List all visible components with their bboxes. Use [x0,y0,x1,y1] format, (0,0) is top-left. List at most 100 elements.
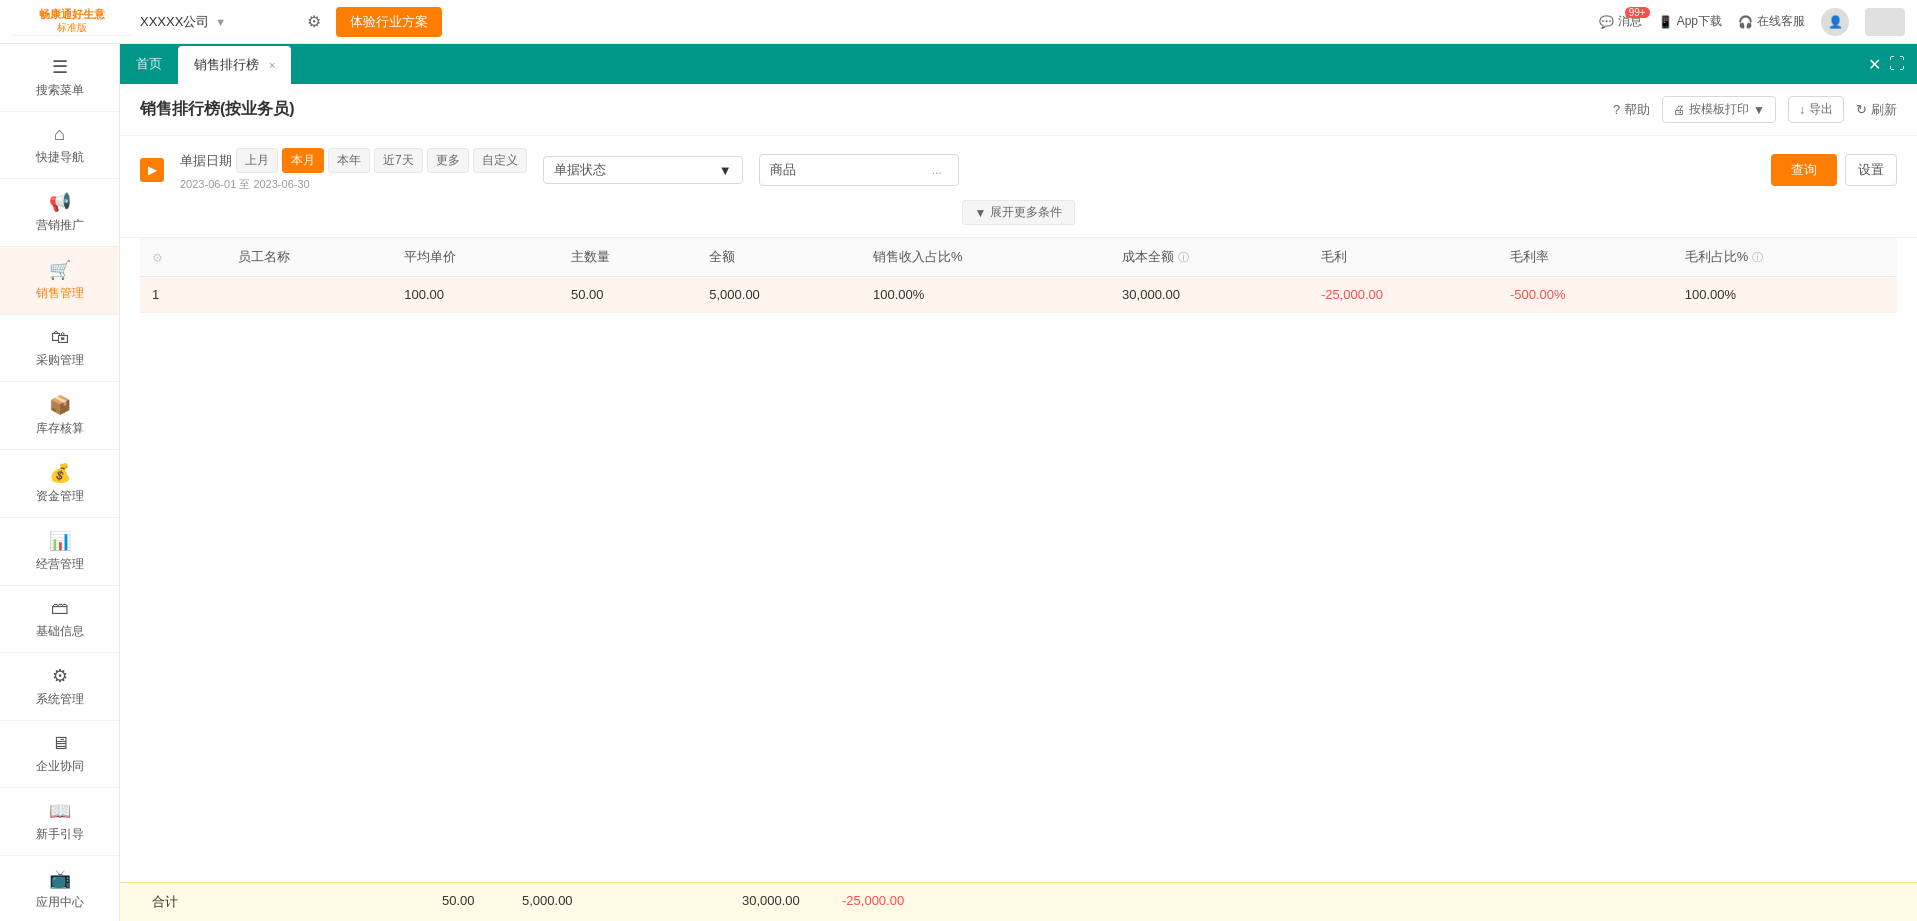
footer-qty-val: 50.00 [430,893,510,911]
date-btn-this-year[interactable]: 本年 [328,148,370,173]
tab-sales-ranking[interactable]: 销售排行榜 × [178,46,291,84]
filter-toggle-btn[interactable]: ▶ [140,158,164,182]
cell-amount: 5,000.00 [697,277,861,313]
sidebar-label-basics: 基础信息 [36,623,84,640]
date-btn-this-month[interactable]: 本月 [282,148,324,173]
th-avg-price: 平均单价 [392,238,559,277]
goods-more-icon[interactable]: ... [926,159,948,181]
trial-button[interactable]: 体验行业方案 [336,7,442,37]
th-qty: 主数量 [559,238,697,277]
sidebar-label-apps: 应用中心 [36,894,84,911]
print-chevron-icon: ▼ [1753,103,1765,117]
th-settings[interactable]: ⚙ [140,238,226,277]
sidebar-item-sales[interactable]: 🛒 销售管理 [0,247,119,315]
date-btn-more[interactable]: 更多 [427,148,469,173]
column-settings-icon[interactable]: ⚙ [152,251,163,265]
goods-filter[interactable]: 商品 ... [759,154,959,186]
expand-button[interactable]: ▼ 展开更多条件 [962,200,1076,225]
th-amount: 全额 [697,238,861,277]
cell-gross-pct: 100.00% [1673,277,1897,313]
sidebar-item-marketing[interactable]: 📢 营销推广 [0,179,119,247]
cost-info-icon[interactable]: ⓘ [1178,251,1189,263]
cell-cost: 30,000.00 [1110,277,1309,313]
cell-name [226,277,393,313]
download-icon: 📱 [1658,15,1673,29]
cell-rank: 1 [140,277,226,313]
sidebar-item-purchase[interactable]: 🛍 采购管理 [0,315,119,382]
footer-sales-pct [610,893,730,911]
footer-gross: -25,000.00 [830,893,930,911]
top-header: 畅康通好生意 标准版 XXXXX公司 ▼ ⚙ 体验行业方案 💬 消息 99+ 📱… [0,0,1917,44]
header-right: 💬 消息 99+ 📱 App下载 🎧 在线客服 👤 [1599,8,1905,36]
table-header: ⚙ 员工名称 平均单价 主数量 全额 销售收入占比% 成本全额 ⓘ 毛利 毛利率… [140,238,1897,277]
filter-row-main: ▶ 单据日期 上月 本月 本年 近7天 更多 自定义 [140,148,1897,192]
goods-label: 商品 [770,161,796,179]
settings-button[interactable]: 设置 [1845,154,1897,186]
tab-bar: 首页 销售排行榜 × ✕ ⛶ [120,44,1917,84]
sidebar-label-inventory: 库存核算 [36,420,84,437]
app-download-button[interactable]: 📱 App下载 [1658,13,1722,30]
sidebar-label-guide: 新手引导 [36,826,84,843]
sidebar-label-sales: 销售管理 [36,285,84,302]
status-filter[interactable]: 单据状态 ▼ [543,156,743,184]
table-footer: 合计 50.00 5,000.00 30,000.00 -25,000.00 [120,882,1917,921]
avatar-icon: 👤 [1828,15,1843,29]
sidebar-item-search[interactable]: ☰ 搜索菜单 [0,44,119,112]
sidebar-item-apps[interactable]: 📺 应用中心 [0,856,119,921]
tab-close-btn[interactable]: ✕ [1868,55,1881,74]
refresh-label: 刷新 [1871,101,1897,119]
home-icon: ⌂ [54,124,65,145]
footer-label: 合计 [140,893,270,911]
date-buttons: 上月 本月 本年 近7天 更多 自定义 [236,148,527,173]
headset-icon: 🎧 [1738,15,1753,29]
query-button[interactable]: 查询 [1771,154,1837,186]
date-btn-last-month[interactable]: 上月 [236,148,278,173]
online-service-button[interactable]: 🎧 在线客服 [1738,13,1805,30]
status-label: 单据状态 [554,161,606,179]
refresh-icon: ↻ [1856,102,1867,117]
sidebar-item-operations[interactable]: 📊 经营管理 [0,518,119,586]
refresh-button[interactable]: ↻ 刷新 [1856,101,1897,119]
sidebar: ☰ 搜索菜单 ⌂ 快捷导航 📢 营销推广 🛒 销售管理 🛍 采购管理 📦 库存核… [0,44,120,921]
cell-sales-pct: 100.00% [861,277,1110,313]
sidebar-label-operations: 经营管理 [36,556,84,573]
print-icon: 🖨 [1673,103,1685,117]
sidebar-item-finance[interactable]: 💰 资金管理 [0,450,119,518]
system-icon: ⚙ [52,665,68,687]
sidebar-item-nav[interactable]: ⌂ 快捷导航 [0,112,119,179]
help-button[interactable]: ? 帮助 [1613,101,1650,119]
sidebar-item-guide[interactable]: 📖 新手引导 [0,788,119,856]
chevron-down-icon: ▼ [215,16,226,28]
user-info[interactable] [1865,8,1905,36]
sidebar-item-inventory[interactable]: 📦 库存核算 [0,382,119,450]
footer-amount: 5,000.00 [510,893,610,911]
collab-icon: 🖥 [51,733,69,754]
date-btn-7days[interactable]: 近7天 [374,148,423,173]
template-print-button[interactable]: 🖨 按模板打印 ▼ [1662,96,1776,123]
tab-expand-btn[interactable]: ⛶ [1889,55,1905,73]
tab-home[interactable]: 首页 [120,45,178,83]
message-button[interactable]: 💬 消息 99+ [1599,13,1642,30]
tab-label: 销售排行榜 [194,56,259,74]
company-name: XXXXX公司 [140,13,209,31]
page-content: 销售排行榜(按业务员) ? 帮助 🖨 按模板打印 ▼ ↓ 导出 [120,84,1917,921]
export-button[interactable]: ↓ 导出 [1788,96,1844,123]
gross-pct-info-icon[interactable]: ⓘ [1752,251,1763,263]
basics-icon: 🗃 [51,598,69,619]
tab-close-icon[interactable]: × [269,59,275,71]
th-cost: 成本全额 ⓘ [1110,238,1309,277]
avatar[interactable]: 👤 [1821,8,1849,36]
settings-icon[interactable]: ⚙ [300,8,328,36]
company-selector[interactable]: XXXXX公司 ▼ [140,13,300,31]
sidebar-item-collab[interactable]: 🖥 企业协同 [0,721,119,788]
sidebar-label-nav: 快捷导航 [36,149,84,166]
date-btn-custom[interactable]: 自定义 [473,148,527,173]
filter-bar: ▶ 单据日期 上月 本月 本年 近7天 更多 自定义 [120,136,1917,238]
message-icon: 💬 [1599,15,1614,29]
operations-icon: 📊 [49,530,71,552]
template-print-label: 按模板打印 [1689,101,1749,118]
sidebar-label-search: 搜索菜单 [36,82,84,99]
date-filter-group: 单据日期 上月 本月 本年 近7天 更多 自定义 2023-06-01 至 20… [180,148,527,192]
sidebar-item-system[interactable]: ⚙ 系统管理 [0,653,119,721]
sidebar-item-basics[interactable]: 🗃 基础信息 [0,586,119,653]
